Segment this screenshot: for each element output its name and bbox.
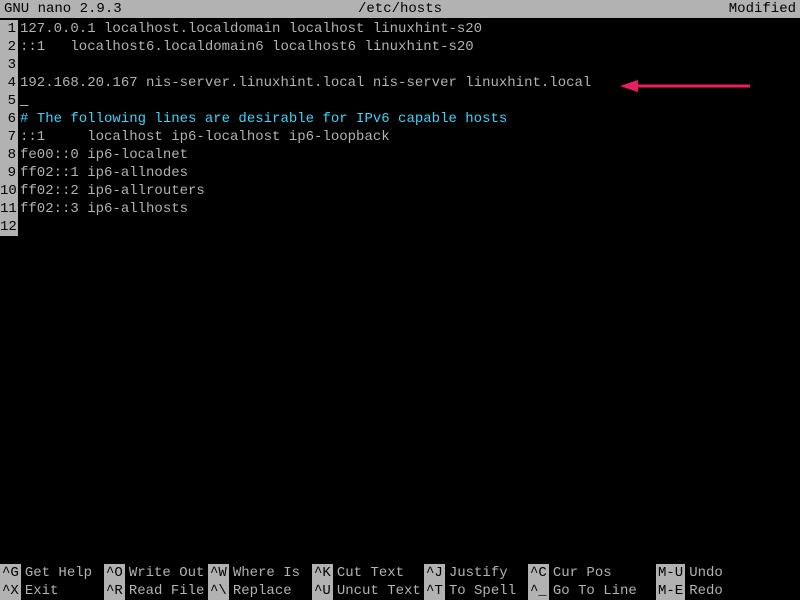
shortcut-key: ^G bbox=[0, 564, 21, 582]
shortcut-key: M-E bbox=[656, 582, 685, 600]
line-text[interactable]: 192.168.20.167 nis-server.linuxhint.loca… bbox=[18, 74, 591, 92]
shortcut-bar: ^GGet Help^OWrite Out^WWhere Is^KCut Tex… bbox=[0, 564, 800, 600]
editor-line[interactable]: 6# The following lines are desirable for… bbox=[0, 110, 800, 128]
shortcut-undo[interactable]: M-UUndo bbox=[656, 564, 760, 582]
shortcut-cut-text[interactable]: ^KCut Text bbox=[312, 564, 424, 582]
line-number: 7 bbox=[0, 128, 18, 146]
line-text[interactable]: ff02::2 ip6-allrouters bbox=[18, 182, 205, 200]
shortcut-label: Uncut Text bbox=[337, 582, 421, 600]
shortcut-label: Read File bbox=[129, 582, 205, 600]
shortcut-label: Cur Pos bbox=[553, 564, 612, 582]
line-number: 5 bbox=[0, 92, 18, 110]
shortcut-label: Write Out bbox=[129, 564, 205, 582]
modified-status: Modified bbox=[729, 0, 796, 18]
editor-line[interactable]: 10ff02::2 ip6-allrouters bbox=[0, 182, 800, 200]
shortcut-key: ^C bbox=[528, 564, 549, 582]
shortcut-label: Undo bbox=[689, 564, 723, 582]
shortcut-key: ^_ bbox=[528, 582, 549, 600]
line-number: 8 bbox=[0, 146, 18, 164]
line-text[interactable]: ff02::3 ip6-allhosts bbox=[18, 200, 188, 218]
shortcut-go-to-line[interactable]: ^_Go To Line bbox=[528, 582, 656, 600]
line-number: 6 bbox=[0, 110, 18, 128]
line-text[interactable] bbox=[18, 56, 20, 74]
shortcut-cur-pos[interactable]: ^CCur Pos bbox=[528, 564, 656, 582]
editor-line[interactable]: 3 bbox=[0, 56, 800, 74]
shortcut-read-file[interactable]: ^RRead File bbox=[104, 582, 208, 600]
line-number: 10 bbox=[0, 182, 18, 200]
shortcut-key: ^U bbox=[312, 582, 333, 600]
editor-line[interactable]: 5_ bbox=[0, 92, 800, 110]
shortcut-key: ^J bbox=[424, 564, 445, 582]
shortcut-label: Redo bbox=[689, 582, 723, 600]
editor-line[interactable]: 4192.168.20.167 nis-server.linuxhint.loc… bbox=[0, 74, 800, 92]
shortcut-label: Justify bbox=[449, 564, 508, 582]
shortcut-get-help[interactable]: ^GGet Help bbox=[0, 564, 104, 582]
editor-area[interactable]: 1127.0.0.1 localhost.localdomain localho… bbox=[0, 18, 800, 236]
editor-line[interactable]: 12 bbox=[0, 218, 800, 236]
shortcut-justify[interactable]: ^JJustify bbox=[424, 564, 528, 582]
line-text[interactable]: ::1 localhost6.localdomain6 localhost6 l… bbox=[18, 38, 474, 56]
shortcut-key: M-U bbox=[656, 564, 685, 582]
line-text[interactable]: ff02::1 ip6-allnodes bbox=[18, 164, 188, 182]
line-text[interactable]: _ bbox=[18, 92, 28, 110]
shortcut-where-is[interactable]: ^WWhere Is bbox=[208, 564, 312, 582]
shortcut-key: ^\ bbox=[208, 582, 229, 600]
line-text[interactable]: # The following lines are desirable for … bbox=[18, 110, 507, 128]
titlebar: GNU nano 2.9.3 /etc/hosts Modified bbox=[0, 0, 800, 18]
shortcut-to-spell[interactable]: ^TTo Spell bbox=[424, 582, 528, 600]
editor-line[interactable]: 11ff02::3 ip6-allhosts bbox=[0, 200, 800, 218]
line-number: 4 bbox=[0, 74, 18, 92]
line-text[interactable] bbox=[18, 218, 20, 236]
shortcut-key: ^K bbox=[312, 564, 333, 582]
editor-line[interactable]: 9ff02::1 ip6-allnodes bbox=[0, 164, 800, 182]
line-number: 3 bbox=[0, 56, 18, 74]
shortcut-label: Exit bbox=[25, 582, 59, 600]
shortcut-key: ^O bbox=[104, 564, 125, 582]
shortcut-key: ^R bbox=[104, 582, 125, 600]
line-number: 1 bbox=[0, 20, 18, 38]
shortcut-key: ^X bbox=[0, 582, 21, 600]
shortcut-exit[interactable]: ^XExit bbox=[0, 582, 104, 600]
shortcut-key: ^W bbox=[208, 564, 229, 582]
editor-line[interactable]: 8fe00::0 ip6-localnet bbox=[0, 146, 800, 164]
shortcut-redo[interactable]: M-ERedo bbox=[656, 582, 760, 600]
shortcut-key: ^T bbox=[424, 582, 445, 600]
editor-line[interactable]: 1127.0.0.1 localhost.localdomain localho… bbox=[0, 20, 800, 38]
shortcut-label: To Spell bbox=[449, 582, 516, 600]
line-text[interactable]: ::1 localhost ip6-localhost ip6-loopback bbox=[18, 128, 390, 146]
shortcut-label: Where Is bbox=[233, 564, 300, 582]
file-path: /etc/hosts bbox=[358, 0, 442, 18]
shortcut-write-out[interactable]: ^OWrite Out bbox=[104, 564, 208, 582]
editor-line[interactable]: 2::1 localhost6.localdomain6 localhost6 … bbox=[0, 38, 800, 56]
line-number: 11 bbox=[0, 200, 18, 218]
shortcut-replace[interactable]: ^\Replace bbox=[208, 582, 312, 600]
shortcut-label: Cut Text bbox=[337, 564, 404, 582]
shortcut-label: Go To Line bbox=[553, 582, 637, 600]
shortcut-label: Get Help bbox=[25, 564, 92, 582]
line-text[interactable]: 127.0.0.1 localhost.localdomain localhos… bbox=[18, 20, 482, 38]
shortcut-label: Replace bbox=[233, 582, 292, 600]
app-name: GNU nano 2.9.3 bbox=[4, 0, 122, 18]
editor-line[interactable]: 7::1 localhost ip6-localhost ip6-loopbac… bbox=[0, 128, 800, 146]
shortcut-uncut-text[interactable]: ^UUncut Text bbox=[312, 582, 424, 600]
line-text[interactable]: fe00::0 ip6-localnet bbox=[18, 146, 188, 164]
line-number: 12 bbox=[0, 218, 18, 236]
line-number: 2 bbox=[0, 38, 18, 56]
line-number: 9 bbox=[0, 164, 18, 182]
